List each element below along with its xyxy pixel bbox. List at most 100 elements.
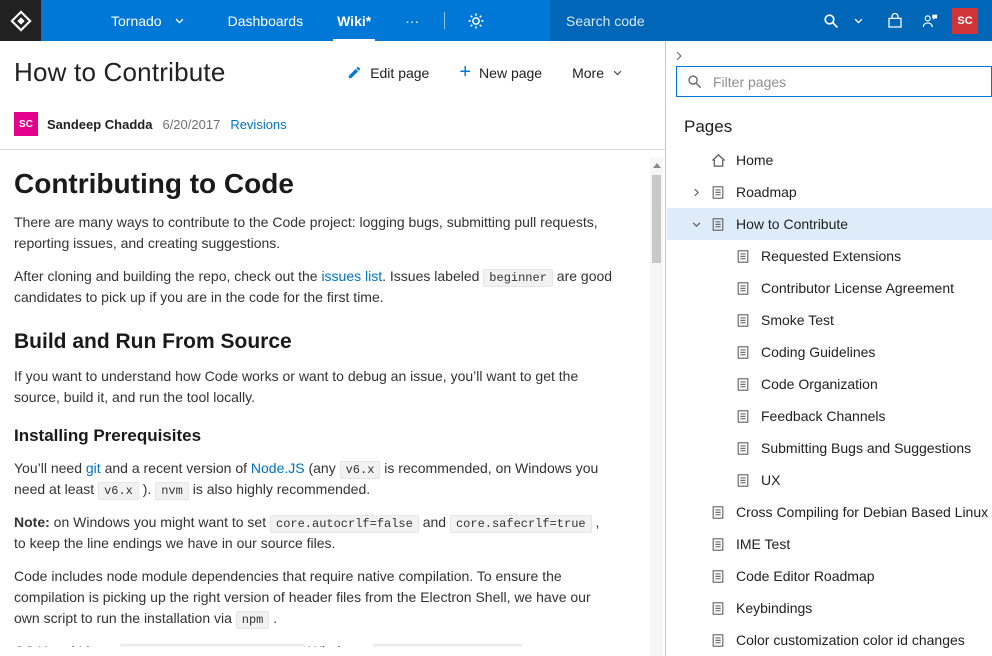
- filter-pages-box: [676, 66, 992, 97]
- inline-code: v6.x: [339, 461, 381, 479]
- revisions-link[interactable]: Revisions: [230, 117, 286, 132]
- scrollbar-thumb[interactable]: [652, 175, 661, 263]
- tree-item-label: Coding Guidelines: [761, 344, 876, 360]
- text-run: ).: [138, 481, 156, 497]
- search-icon: [687, 74, 702, 89]
- chevron-down-icon[interactable]: [692, 220, 711, 229]
- text-run: . Issues labeled: [382, 268, 484, 284]
- page-icon: [711, 633, 727, 648]
- page-icon: [736, 409, 752, 424]
- tree-item-label: How to Contribute: [736, 216, 849, 232]
- author-avatar: SC: [14, 112, 38, 136]
- text-run: Windows:: [305, 643, 373, 647]
- top-nav-items: Dashboards Wiki* ···: [211, 0, 437, 41]
- bold-text: Note:: [14, 514, 50, 530]
- article-paragraph: You’ll need git and a recent version of …: [14, 458, 613, 500]
- more-label: More: [572, 64, 604, 81]
- search-zone: SC: [550, 0, 992, 41]
- new-page-label: New page: [479, 64, 543, 81]
- tree-item[interactable]: Roadmap: [667, 176, 992, 208]
- settings-gear-button[interactable]: [453, 0, 499, 41]
- page-header: How to Contribute Edit page + New page M…: [0, 41, 665, 136]
- chevron-right-icon[interactable]: [692, 188, 711, 197]
- chevron-down-icon: [612, 67, 623, 78]
- article-heading-1: Contributing to Code: [14, 168, 294, 199]
- tree-item[interactable]: UX: [667, 464, 992, 496]
- tree-item-label: Cross Compiling for Debian Based Linux: [736, 504, 989, 520]
- inline-link[interactable]: issues list: [321, 268, 382, 284]
- tree-item[interactable]: Keybindings: [667, 592, 992, 624]
- nav-dashboards[interactable]: Dashboards: [211, 0, 321, 41]
- pages-title: Pages: [684, 117, 733, 136]
- wiki-pages-sidebar: Pages Home Roadmap How to Contribute Reques…: [667, 41, 992, 656]
- gear-icon: [468, 13, 484, 28]
- inline-code: ./scripts/npm.sh install: [119, 644, 305, 647]
- tree-item[interactable]: Coding Guidelines: [667, 336, 992, 368]
- vsts-logo[interactable]: [0, 0, 41, 41]
- page-icon: [736, 249, 752, 264]
- tree-item[interactable]: How to Contribute: [667, 208, 992, 240]
- tree-item[interactable]: Requested Extensions: [667, 240, 992, 272]
- feedback-icon[interactable]: [920, 12, 940, 30]
- tree-item-label: Contributor License Agreement: [761, 280, 954, 296]
- nav-more[interactable]: ···: [388, 0, 436, 41]
- nav-wiki[interactable]: Wiki*: [320, 0, 388, 41]
- tree-item[interactable]: IME Test: [667, 528, 992, 560]
- article-heading-3: Installing Prerequisites: [14, 426, 202, 445]
- text-run: is also highly recommended.: [188, 481, 371, 497]
- page-icon: [736, 441, 752, 456]
- article-paragraph: After cloning and building the repo, che…: [14, 266, 613, 308]
- vsts-wiki-screen: Tornado Dashboards Wiki* ··· Search code…: [0, 0, 992, 656]
- article-heading-2: Build and Run From Source: [14, 330, 292, 353]
- tree-item-label: Color customization color id changes: [736, 632, 965, 648]
- tree-item[interactable]: Contributor License Agreement: [667, 272, 992, 304]
- page-icon: [711, 185, 727, 200]
- search-scope-chevron-icon[interactable]: [853, 15, 864, 26]
- text-run: You’ll need: [14, 460, 86, 476]
- text-run: Code includes node module dependencies t…: [14, 568, 591, 626]
- text-run: If you want to understand how Code works…: [14, 368, 579, 405]
- more-menu-button[interactable]: More: [572, 65, 623, 81]
- article-paragraph: OS X and Linux: ./scripts/npm.sh install…: [14, 641, 613, 647]
- project-selector[interactable]: Tornado: [95, 0, 201, 41]
- article-paragraph: Code includes node module dependencies t…: [14, 566, 613, 629]
- text-run: .: [269, 610, 278, 626]
- tree-item-label: Submitting Bugs and Suggestions: [761, 440, 972, 456]
- search-icon[interactable]: [823, 13, 839, 29]
- user-avatar[interactable]: SC: [952, 7, 978, 34]
- inline-code: beginner: [483, 269, 553, 287]
- page-icon: [736, 281, 752, 296]
- article-paragraph: If you want to understand how Code works…: [14, 366, 613, 408]
- tree-item[interactable]: Submitting Bugs and Suggestions: [667, 432, 992, 464]
- tree-item-label: Keybindings: [736, 600, 813, 616]
- author-row: SC Sandeep Chadda 6/20/2017 Revisions: [14, 112, 651, 136]
- tree-item[interactable]: Code Editor Roadmap: [667, 560, 992, 592]
- inline-link[interactable]: git: [86, 460, 101, 476]
- inline-code: nvm: [155, 482, 189, 500]
- edit-page-button[interactable]: Edit page: [347, 65, 429, 81]
- tree-item[interactable]: Cross Compiling for Debian Based Linux: [667, 496, 992, 528]
- inline-code: v6.x: [98, 482, 139, 500]
- content-scrollbar[interactable]: [650, 158, 663, 656]
- tree-item[interactable]: Color customization color id changes: [667, 624, 992, 656]
- tree-item[interactable]: Feedback Channels: [667, 400, 992, 432]
- page-icon: [711, 217, 727, 232]
- scroll-up-arrow-icon[interactable]: [650, 158, 663, 173]
- inline-link[interactable]: Node.JS: [251, 460, 305, 476]
- nav-separator: [444, 12, 446, 29]
- page-icon: [736, 313, 752, 328]
- article-paragraph: There are many ways to contribute to the…: [14, 212, 613, 254]
- new-page-button[interactable]: + New page: [459, 62, 543, 82]
- pages-tree: Home Roadmap How to Contribute Requested Ex…: [667, 144, 992, 656]
- filter-pages-input[interactable]: [711, 72, 981, 91]
- chevron-down-icon: [174, 15, 185, 26]
- marketplace-bag-icon[interactable]: [886, 12, 904, 30]
- tree-item[interactable]: Code Organization: [667, 368, 992, 400]
- text-run: OS X and Linux:: [14, 643, 120, 647]
- search-input[interactable]: [564, 11, 823, 30]
- tree-item[interactable]: Smoke Test: [667, 304, 992, 336]
- tree-item-label: UX: [761, 472, 781, 488]
- edit-page-label: Edit page: [370, 64, 430, 81]
- tree-item[interactable]: Home: [667, 144, 992, 176]
- vsts-logo-icon: [9, 9, 32, 32]
